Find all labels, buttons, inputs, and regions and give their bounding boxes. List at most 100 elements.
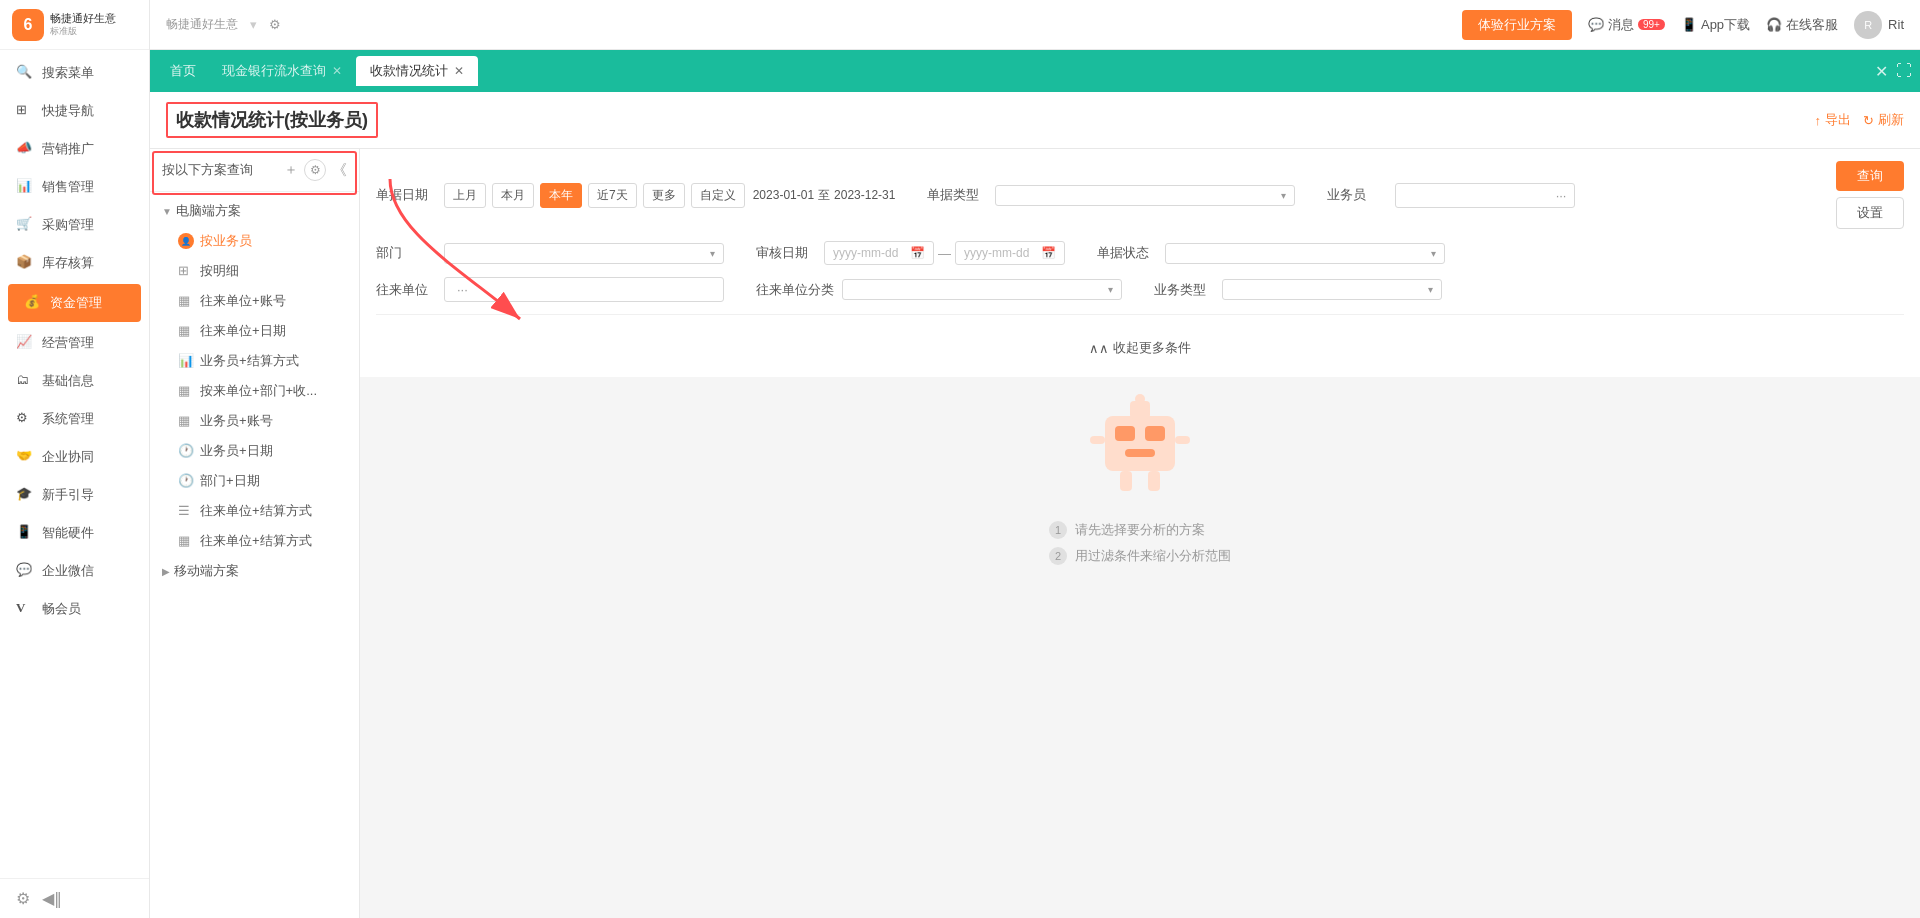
scheme-item-by-salesperson[interactable]: 👤 按业务员 [150, 226, 359, 256]
sidebar-nav: 🔍 搜索菜单 ⊞ 快捷导航 📣 营销推广 📊 销售管理 🛒 采购管理 📦 库存核… [0, 50, 149, 878]
sidebar-item-system[interactable]: ⚙ 系统管理 [0, 400, 149, 438]
scheme-item-label: 按业务员 [200, 232, 252, 250]
sidebar-item-tutorial[interactable]: 🎓 新手引导 [0, 476, 149, 514]
sidebar-item-marketing[interactable]: 📣 营销推广 [0, 130, 149, 168]
tab-expand-icon[interactable]: ⛶ [1896, 62, 1912, 80]
counterpart-input[interactable]: ··· [444, 277, 724, 302]
customer-service-area[interactable]: 🎧 在线客服 [1766, 16, 1838, 34]
date-filter-label: 单据日期 [376, 186, 436, 204]
scheme-item-salesperson-date[interactable]: 🕐 业务员+日期 [150, 436, 359, 466]
user-area[interactable]: R Rit [1854, 11, 1904, 39]
filter-panel: 单据日期 上月 本月 本年 近7天 更多 自定义 2023-01-01 [360, 149, 1920, 377]
svg-rect-7 [1090, 436, 1105, 444]
collapse-filters-button[interactable]: ∧∧ 收起更多条件 [376, 331, 1904, 365]
more-options-icon: ··· [1556, 188, 1567, 203]
notification-area[interactable]: 💬 消息 99+ [1588, 16, 1665, 34]
tab-cash-flow-close-icon[interactable]: ✕ [332, 64, 342, 78]
sidebar-item-member[interactable]: V 畅会员 [0, 590, 149, 628]
scheme-collapse-button[interactable]: 《 [332, 161, 347, 180]
scheme-settings-button[interactable]: ⚙ [304, 159, 326, 181]
svg-rect-4 [1125, 449, 1155, 457]
sidebar-item-inventory[interactable]: 📦 库存核算 [0, 244, 149, 282]
scheme-item-counterpart-account[interactable]: ▦ 往来单位+账号 [150, 286, 359, 316]
sidebar-item-label: 智能硬件 [42, 524, 94, 542]
scheme-item-by-detail[interactable]: ⊞ 按明细 [150, 256, 359, 286]
bottom-settings-icon[interactable]: ⚙ [16, 889, 30, 908]
date-dash-separator: — [938, 246, 951, 261]
scheme-item-label: 往来单位+结算方式 [200, 532, 312, 550]
scheme-item-counterpart-dept[interactable]: ▦ 按来单位+部门+收... [150, 376, 359, 406]
scheme-item-label: 业务员+账号 [200, 412, 273, 430]
scheme-item-label: 业务员+结算方式 [200, 352, 299, 370]
tab-collection-stats[interactable]: 收款情况统计 ✕ [356, 56, 478, 86]
filter-settings-button[interactable]: 设置 [1836, 197, 1904, 229]
date-btn-this-year[interactable]: 本年 [540, 183, 582, 208]
refresh-button[interactable]: ↻ 刷新 [1863, 111, 1904, 129]
query-button[interactable]: 查询 [1836, 161, 1904, 191]
review-date-inputs: yyyy-mm-dd 📅 — yyyy-mm-dd 📅 [824, 241, 1065, 265]
corp-wechat-icon: 💬 [16, 562, 34, 580]
header-right: 体验行业方案 💬 消息 99+ 📱 App下载 🎧 在线客服 R Rit [1462, 10, 1904, 40]
sidebar-item-smart-hw[interactable]: 📱 智能硬件 [0, 514, 149, 552]
review-date-label: 审核日期 [756, 244, 816, 262]
sidebar-bottom: ⚙ ◀‖ [0, 878, 149, 918]
counterpart-filter: 往来单位 ··· [376, 277, 724, 302]
scheme-item-counterpart-settlement2[interactable]: ▦ 往来单位+结算方式 [150, 526, 359, 556]
finance-icon: 💰 [24, 294, 42, 312]
scheme-item-label: 往来单位+账号 [200, 292, 286, 310]
scheme-mobile-group: ▶ 移动端方案 [150, 556, 359, 586]
scheme-item-counterpart-date[interactable]: ▦ 往来单位+日期 [150, 316, 359, 346]
sidebar-item-finance[interactable]: 💰 资金管理 [8, 284, 141, 322]
tab-bar: 首页 现金银行流水查询 ✕ 收款情况统计 ✕ ✕ ⛶ [150, 50, 1920, 92]
scheme-actions: ＋ ⚙ 《 [284, 159, 347, 181]
tab-cash-flow[interactable]: 现金银行流水查询 ✕ [208, 56, 356, 86]
main-content: 畅捷通好生意 ▾ ⚙ 体验行业方案 💬 消息 99+ 📱 App下载 🎧 在线客… [150, 0, 1920, 918]
sidebar-item-label: 经营管理 [42, 334, 94, 352]
business-type-label: 业务类型 [1154, 281, 1214, 299]
tab-close-all-icon[interactable]: ✕ [1875, 62, 1888, 81]
tab-home[interactable]: 首页 [158, 62, 208, 80]
counterpart-category-select[interactable]: ▾ [842, 279, 1122, 300]
doc-type-select[interactable]: ▾ [995, 185, 1295, 206]
date-btn-last7[interactable]: 近7天 [588, 183, 637, 208]
gear-settings-icon[interactable]: ⚙ [269, 17, 281, 32]
salesperson-select[interactable]: ··· [1395, 183, 1575, 208]
sidebar-item-search-menu[interactable]: 🔍 搜索菜单 [0, 54, 149, 92]
scheme-item-counterpart-settlement1[interactable]: ☰ 往来单位+结算方式 [150, 496, 359, 526]
app-download-area[interactable]: 📱 App下载 [1681, 16, 1750, 34]
basic-info-icon: 🗂 [16, 372, 34, 390]
scheme-item-dept-date[interactable]: 🕐 部门+日期 [150, 466, 359, 496]
date-btn-this-month[interactable]: 本月 [492, 183, 534, 208]
business-type-select[interactable]: ▾ [1222, 279, 1442, 300]
date-range-display: 2023-01-01 至 2023-12-31 [753, 187, 896, 204]
review-date-end[interactable]: yyyy-mm-dd 📅 [955, 241, 1065, 265]
bottom-collapse-icon[interactable]: ◀‖ [42, 889, 62, 908]
sidebar-item-purchase[interactable]: 🛒 采购管理 [0, 206, 149, 244]
notification-label: 消息 [1608, 16, 1634, 34]
sidebar-item-sales[interactable]: 📊 销售管理 [0, 168, 149, 206]
date-btn-prev-month[interactable]: 上月 [444, 183, 486, 208]
sidebar-item-quick-nav[interactable]: ⊞ 快捷导航 [0, 92, 149, 130]
scheme-item-salesperson-account[interactable]: ▦ 业务员+账号 [150, 406, 359, 436]
date-btn-more[interactable]: 更多 [643, 183, 685, 208]
scheme-item-salesperson-settlement[interactable]: 📊 业务员+结算方式 [150, 346, 359, 376]
svg-rect-8 [1175, 436, 1190, 444]
notification-icon: 💬 [1588, 17, 1604, 32]
sidebar-item-basic-info[interactable]: 🗂 基础信息 [0, 362, 149, 400]
sidebar-item-enterprise[interactable]: 🤝 企业协同 [0, 438, 149, 476]
sidebar-item-corp-wechat[interactable]: 💬 企业微信 [0, 552, 149, 590]
tab-collection-stats-close-icon[interactable]: ✕ [454, 64, 464, 78]
scheme-mobile-group-header[interactable]: ▶ 移动端方案 [150, 556, 359, 586]
scheme-add-button[interactable]: ＋ [284, 161, 298, 179]
scheme-item-label: 往来单位+结算方式 [200, 502, 312, 520]
scheme-desktop-group-header[interactable]: ▼ 电脑端方案 [150, 196, 359, 226]
counterpart-more-icon[interactable]: ··· [457, 282, 468, 297]
date-btn-custom[interactable]: 自定义 [691, 183, 745, 208]
review-date-start[interactable]: yyyy-mm-dd 📅 [824, 241, 934, 265]
scheme-item-label: 往来单位+日期 [200, 322, 286, 340]
export-button[interactable]: ↑ 导出 [1815, 111, 1852, 129]
sidebar-item-operations[interactable]: 📈 经营管理 [0, 324, 149, 362]
doc-status-select[interactable]: ▾ [1165, 243, 1445, 264]
dept-select[interactable]: ▾ [444, 243, 724, 264]
trial-button[interactable]: 体验行业方案 [1462, 10, 1572, 40]
